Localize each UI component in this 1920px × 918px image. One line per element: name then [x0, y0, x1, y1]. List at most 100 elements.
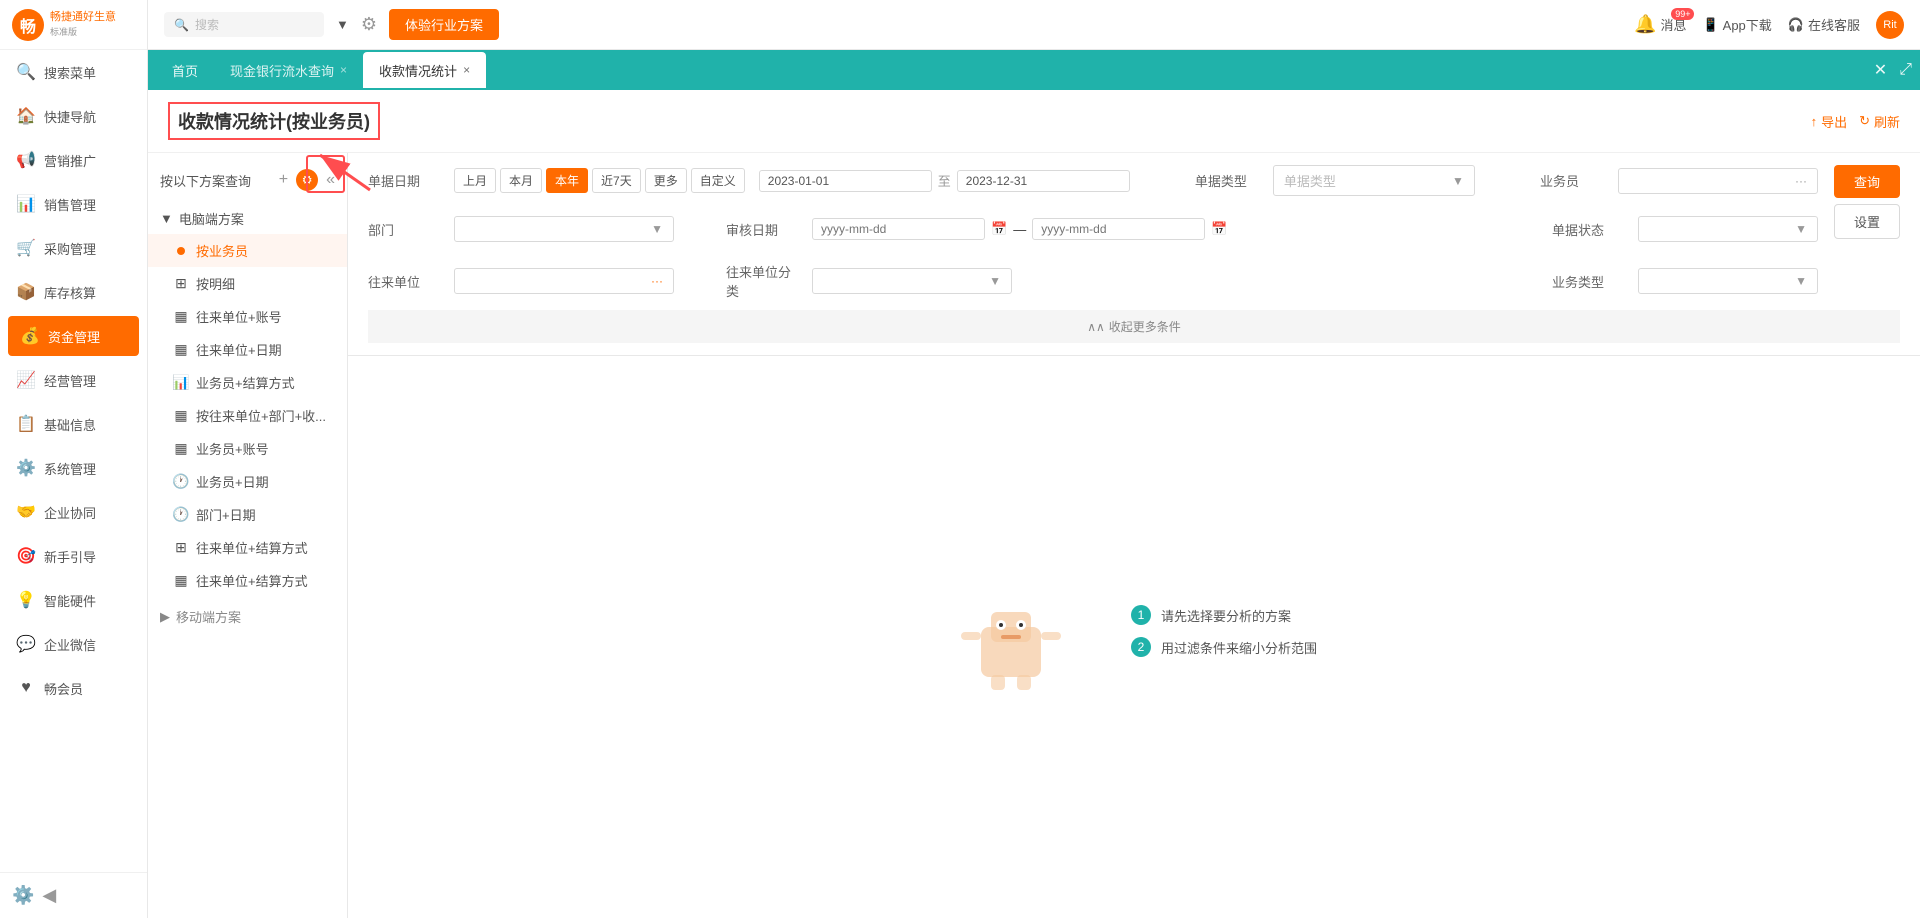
tab-cash-flow[interactable]: 现金银行流水查询 ×: [214, 52, 363, 88]
search-box[interactable]: 🔍 搜索: [164, 12, 324, 37]
app-download-label: App下载: [1723, 15, 1772, 34]
voucher-status-select[interactable]: ▼: [1638, 216, 1818, 242]
sidebar-item-quick-nav[interactable]: 🏠 快捷导航: [0, 94, 147, 138]
sidebar-item-purchase[interactable]: 🛒 采购管理: [0, 226, 147, 270]
expand-icon[interactable]: ⤢: [1899, 61, 1912, 79]
sidebar-item-wechat[interactable]: 💬 企业微信: [0, 622, 147, 666]
scheme-by-detail[interactable]: ⊞ 按明细: [148, 267, 347, 300]
collapse-more-btn[interactable]: ∧∧ 收起更多条件: [368, 310, 1900, 343]
sidebar-item-guide[interactable]: 🎯 新手引导: [0, 534, 147, 578]
user-avatar[interactable]: Rit: [1876, 11, 1904, 39]
settings-bottom-icon[interactable]: ⚙️: [12, 885, 34, 906]
scheme-by-salesman-label: 按业务员: [196, 241, 248, 260]
query-btn[interactable]: 查询: [1834, 165, 1900, 198]
collapse-panel-btn[interactable]: «: [326, 171, 335, 189]
logo-icon: 畅: [12, 9, 44, 41]
scheme-salesman-date[interactable]: 🕐 业务员+日期: [148, 465, 347, 498]
sidebar-item-sales[interactable]: 📊 销售管理: [0, 182, 147, 226]
tab-bar: 首页 现金银行流水查询 × 收款情况统计 × ✕ ⤢: [148, 50, 1920, 90]
online-service-btn[interactable]: 🎧 在线客服: [1788, 15, 1860, 34]
scheme-partner-dept-collect[interactable]: ▦ 按往来单位+部门+收...: [148, 399, 347, 432]
business-type-select[interactable]: ▼: [1638, 268, 1818, 294]
scheme-salesman-account[interactable]: ▦ 业务员+账号: [148, 432, 347, 465]
active-scheme-icon: [172, 242, 190, 260]
collapse-label: 收起更多条件: [1109, 318, 1181, 335]
add-scheme-btn[interactable]: +: [279, 171, 288, 189]
topbar-gear-icon[interactable]: ⚙: [361, 14, 377, 35]
salesman-label: 业务员: [1540, 171, 1610, 190]
trial-btn[interactable]: 体验行业方案: [389, 9, 499, 40]
voucher-type-select[interactable]: 单据类型 ▼: [1273, 165, 1475, 196]
scheme-partner-settle1[interactable]: ⊞ 往来单位+结算方式: [148, 531, 347, 564]
export-btn[interactable]: ↑ 导出: [1811, 112, 1848, 131]
review-date-label: 审核日期: [726, 220, 796, 239]
gear-scheme-btn[interactable]: ⚙: [296, 169, 318, 191]
sidebar-item-vip[interactable]: ♥ 畅会员: [0, 666, 147, 710]
left-panel: 按以下方案查询 + ⚙ « ▼ 电脑端方案: [148, 153, 348, 918]
main-area: 🔍 搜索 ▼ ⚙ 体验行业方案 🔔 99+ 消息 📱 App下载 🎧 在线客服: [148, 0, 1920, 918]
collapse-sidebar-icon[interactable]: ◀: [42, 885, 56, 906]
dept-filter-row: 部门 ▼ 审核日期 📅 —: [368, 216, 1818, 242]
review-date-from-input[interactable]: [812, 218, 985, 240]
date-from-input[interactable]: 2023-01-01: [759, 170, 932, 192]
salesman-select[interactable]: ···: [1618, 168, 1818, 194]
message-badge: 99+: [1671, 8, 1694, 20]
date-btn-custom[interactable]: 自定义: [691, 168, 745, 193]
scheme-dept-date[interactable]: 🕐 部门+日期: [148, 498, 347, 531]
desktop-scheme-title[interactable]: ▼ 电脑端方案: [148, 203, 347, 234]
business-type-arrow: ▼: [1795, 274, 1807, 288]
empty-step-1: 1 请先选择要分析的方案: [1131, 605, 1317, 625]
app-download-btn[interactable]: 📱 App下载: [1702, 15, 1771, 34]
review-date-to-input[interactable]: [1032, 218, 1205, 240]
sidebar-item-operations[interactable]: 📈 经营管理: [0, 358, 147, 402]
sidebar-item-hardware[interactable]: 💡 智能硬件: [0, 578, 147, 622]
sidebar-item-capital[interactable]: 💰 资金管理: [8, 316, 139, 356]
mobile-scheme-title[interactable]: ▶ 移动端方案: [148, 601, 347, 632]
sidebar-label-sales: 销售管理: [44, 195, 96, 214]
scheme-partner-date[interactable]: ▦ 往来单位+日期: [148, 333, 347, 366]
page-header: 收款情况统计(按业务员) ↑ 导出 ↻ 刷新: [148, 90, 1920, 153]
date-btn-7days[interactable]: 近7天: [592, 168, 641, 193]
enterprise-icon: 🤝: [16, 502, 36, 522]
logo-area: 畅 畅捷通好生意 标准版: [0, 0, 147, 50]
partner-select[interactable]: ···: [454, 268, 674, 294]
sidebar-item-marketing[interactable]: 📢 营销推广: [0, 138, 147, 182]
date-filter-label: 单据日期: [368, 171, 438, 190]
date-range: 2023-01-01 至 2023-12-31: [759, 170, 1130, 192]
scheme-partner-account[interactable]: ▦ 往来单位+账号: [148, 300, 347, 333]
messages-btn[interactable]: 🔔 99+ 消息: [1634, 14, 1686, 35]
review-date-dash: —: [1013, 222, 1026, 237]
sidebar-item-inventory[interactable]: 📦 库存核算: [0, 270, 147, 314]
sidebar: 畅 畅捷通好生意 标准版 🔍 搜索菜单 🏠 快捷导航 📢 营销推广 📊 销售管理…: [0, 0, 148, 918]
tab-home[interactable]: 首页: [156, 52, 214, 88]
date-btn-this-month[interactable]: 本月: [500, 168, 542, 193]
topbar-dropdown[interactable]: ▼: [336, 17, 349, 32]
topbar-left: 🔍 搜索 ▼ ⚙ 体验行业方案: [164, 9, 499, 40]
dept-select[interactable]: ▼: [454, 216, 674, 242]
scheme-by-salesman[interactable]: 按业务员: [148, 234, 347, 267]
tab-cash-flow-close[interactable]: ×: [340, 63, 347, 77]
date-btn-this-year[interactable]: 本年: [546, 168, 588, 193]
date-btn-last-month[interactable]: 上月: [454, 168, 496, 193]
date-btn-more[interactable]: 更多: [645, 168, 687, 193]
refresh-label: 刷新: [1874, 112, 1900, 131]
partner-category-select[interactable]: ▼: [812, 268, 1012, 294]
gear-circle: ⚙: [296, 169, 318, 191]
purchase-icon: 🛒: [16, 238, 36, 258]
sidebar-item-system[interactable]: ⚙️ 系统管理: [0, 446, 147, 490]
date-to-input[interactable]: 2023-12-31: [957, 170, 1130, 192]
logo-text-area: 畅捷通好生意 标准版: [50, 11, 116, 37]
sidebar-item-search-menu[interactable]: 🔍 搜索菜单: [0, 50, 147, 94]
close-all-tabs-icon[interactable]: ✕: [1874, 60, 1887, 80]
collapse-icon: ∧∧: [1087, 320, 1105, 334]
scheme-partner-settle2[interactable]: ▦ 往来单位+结算方式: [148, 564, 347, 597]
tab-collection-stats-close[interactable]: ×: [463, 63, 470, 77]
settings-filter-btn[interactable]: 设置: [1834, 204, 1900, 239]
refresh-btn[interactable]: ↻ 刷新: [1859, 112, 1900, 131]
scheme-salesman-settle[interactable]: 📊 业务员+结算方式: [148, 366, 347, 399]
sidebar-label-marketing: 营销推广: [44, 151, 96, 170]
tab-cash-flow-label: 现金银行流水查询: [230, 61, 334, 80]
sidebar-item-enterprise[interactable]: 🤝 企业协同: [0, 490, 147, 534]
sidebar-item-basic-info[interactable]: 📋 基础信息: [0, 402, 147, 446]
tab-collection-stats[interactable]: 收款情况统计 ×: [363, 52, 486, 88]
